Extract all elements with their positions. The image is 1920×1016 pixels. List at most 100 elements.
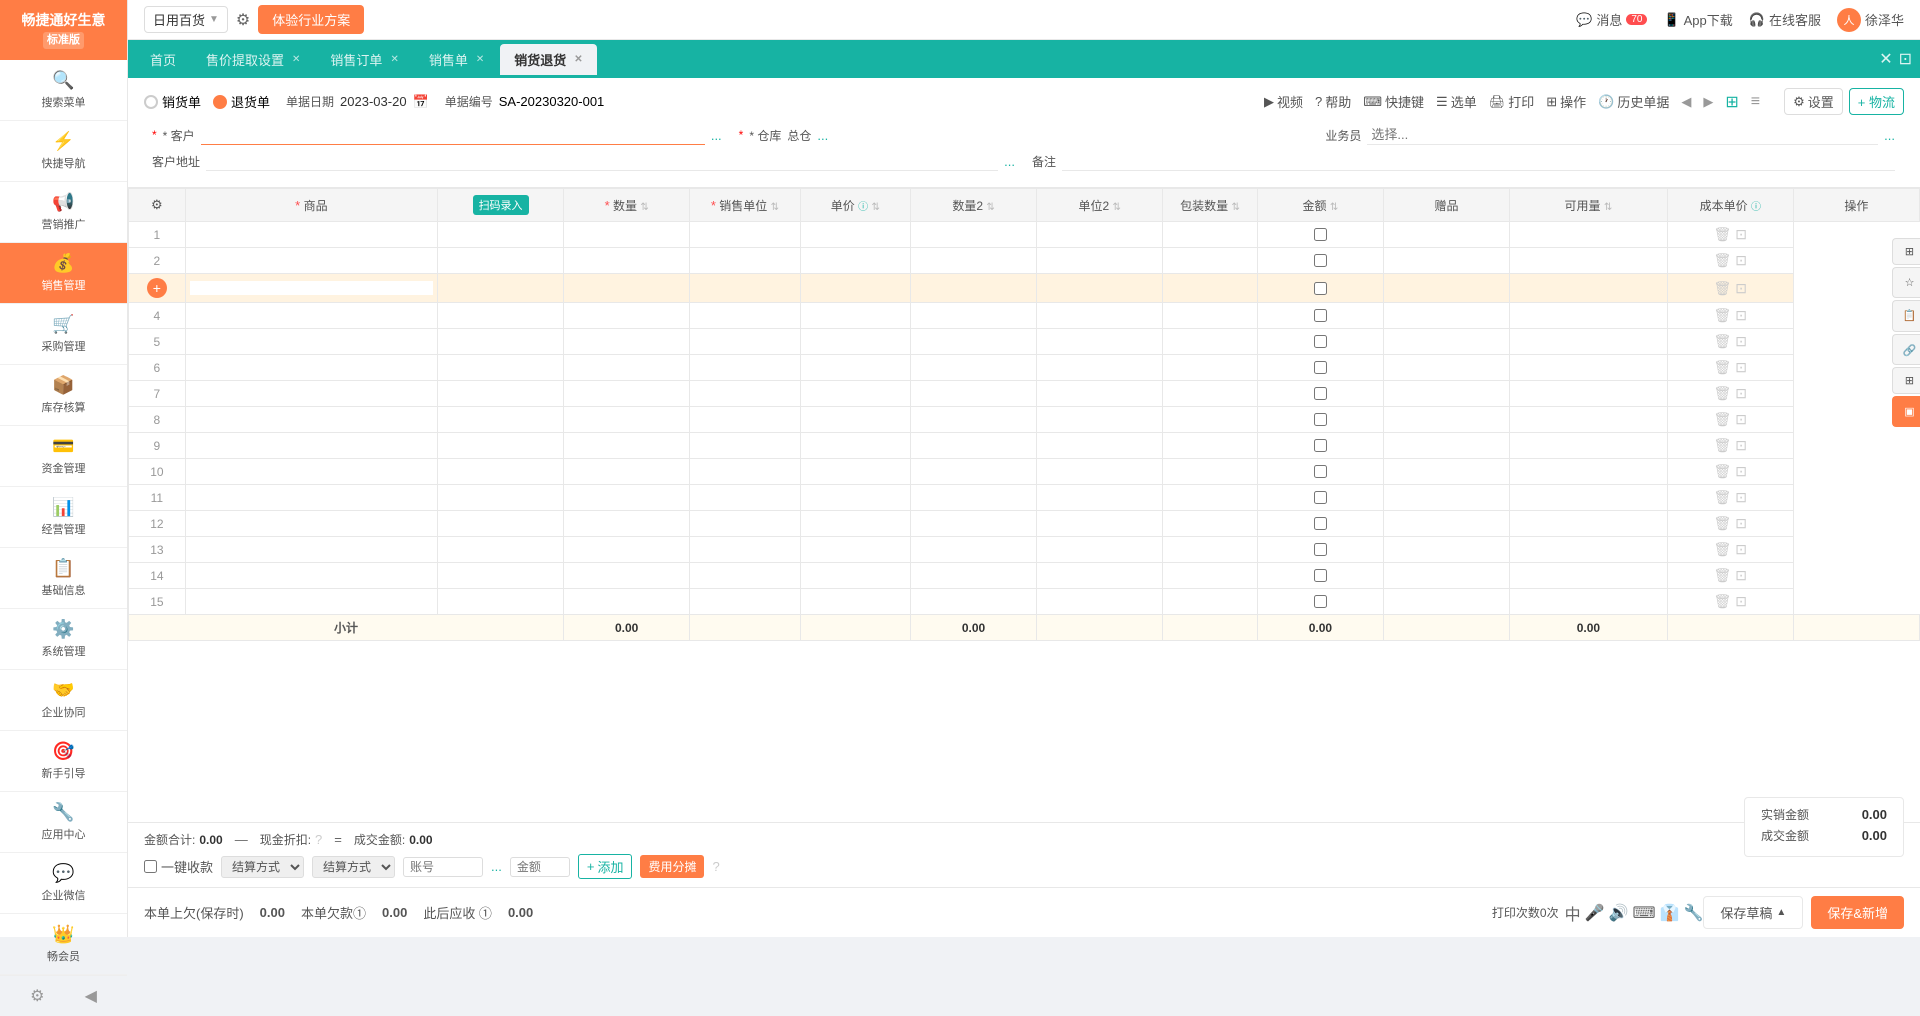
copy-row-icon[interactable]: ⊡	[1735, 280, 1747, 297]
unit2-cell[interactable]	[910, 329, 1036, 355]
qty2-cell[interactable]	[800, 537, 910, 563]
rp-btn-5[interactable]: ⊞	[1892, 367, 1920, 394]
set-button[interactable]: ⚙ 设置	[1784, 88, 1843, 115]
delete-row-icon[interactable]: 🗑	[1714, 515, 1732, 532]
grid-view-icon[interactable]: ⊞	[1725, 92, 1738, 112]
customer-dots[interactable]: ...	[711, 128, 722, 143]
user-item[interactable]: 人 徐泽华	[1837, 8, 1904, 32]
sidebar-item-enterprise[interactable]: 🤝 企业协同	[0, 670, 127, 731]
price-cell[interactable]	[690, 303, 800, 329]
rp-btn-6[interactable]: ▣	[1892, 396, 1920, 427]
qty2-cell[interactable]	[800, 222, 910, 248]
unit-cell[interactable]	[564, 329, 690, 355]
pack-cell[interactable]	[1037, 563, 1163, 589]
product-cell[interactable]	[185, 329, 437, 355]
copy-row-icon[interactable]: ⊡	[1735, 489, 1747, 506]
shortcut-key-btn[interactable]: ⌨ 快捷键	[1363, 92, 1424, 111]
volume-icon[interactable]: 🔊	[1609, 903, 1629, 923]
close-tab-icon[interactable]: ✕	[1879, 49, 1892, 69]
calendar-icon[interactable]: 📅	[413, 94, 429, 110]
unit-cell[interactable]	[564, 303, 690, 329]
gift-checkbox[interactable]	[1314, 439, 1327, 452]
delete-row-icon[interactable]: 🗑	[1714, 252, 1732, 269]
qty-cell[interactable]	[438, 407, 564, 433]
unit2-cell[interactable]	[910, 303, 1036, 329]
qty2-cell[interactable]	[800, 274, 910, 303]
product-input[interactable]	[190, 281, 433, 295]
unit2-cell[interactable]	[910, 537, 1036, 563]
unit2-cell[interactable]	[910, 222, 1036, 248]
pack-cell[interactable]	[1037, 222, 1163, 248]
video-btn[interactable]: ▶ 视频	[1264, 92, 1303, 111]
qty-cell[interactable]	[438, 563, 564, 589]
delete-row-icon[interactable]: 🗑	[1714, 541, 1732, 558]
tab-sales-return[interactable]: 销货退货 ✕	[500, 44, 596, 75]
product-cell[interactable]	[185, 355, 437, 381]
amount-cell[interactable]	[1163, 381, 1258, 407]
sidebar-item-inventory[interactable]: 📦 库存核算	[0, 365, 127, 426]
amount-cell[interactable]	[1163, 303, 1258, 329]
price-cell[interactable]	[690, 274, 800, 303]
qty2-cell[interactable]	[800, 381, 910, 407]
sort-icon-pack[interactable]: ⇅	[1231, 202, 1239, 213]
trial-button[interactable]: 体验行业方案	[258, 5, 364, 34]
th-scan[interactable]: 扫码录入	[438, 189, 564, 222]
pack-cell[interactable]	[1037, 459, 1163, 485]
tab-price-setting[interactable]: 售价提取设置 ✕	[192, 44, 314, 75]
amount-cell[interactable]	[1163, 433, 1258, 459]
price-cell[interactable]	[690, 563, 800, 589]
rp-btn-4[interactable]: 🔗	[1892, 334, 1920, 365]
gift-checkbox[interactable]	[1314, 465, 1327, 478]
topbar-gear-icon[interactable]: ⚙	[236, 10, 250, 30]
price-cell[interactable]	[690, 407, 800, 433]
amount-cell[interactable]	[1163, 329, 1258, 355]
sidebar-item-marketing[interactable]: 📢 营销推广	[0, 182, 127, 243]
amount-cell[interactable]	[1163, 222, 1258, 248]
qty2-cell[interactable]	[800, 589, 910, 615]
amount-cell[interactable]	[1163, 589, 1258, 615]
add-button[interactable]: + 添加	[578, 854, 633, 879]
sort-icon-avail[interactable]: ⇅	[1604, 202, 1612, 213]
unit-cell[interactable]	[564, 381, 690, 407]
unit-cell[interactable]	[564, 563, 690, 589]
address-input[interactable]	[206, 151, 998, 171]
summary-method-select[interactable]: 结算方式	[312, 856, 395, 878]
gift-checkbox[interactable]	[1314, 413, 1327, 426]
amount-cell[interactable]	[1163, 563, 1258, 589]
amount-cell[interactable]	[1163, 407, 1258, 433]
app-download-item[interactable]: 📱 App下载	[1663, 10, 1732, 29]
th-gear[interactable]: ⚙	[129, 189, 186, 222]
product-cell[interactable]	[185, 589, 437, 615]
unit2-cell[interactable]	[910, 355, 1036, 381]
qty2-cell[interactable]	[800, 511, 910, 537]
price-cell[interactable]	[690, 248, 800, 274]
product-cell[interactable]	[185, 303, 437, 329]
product-cell[interactable]	[185, 248, 437, 274]
delete-row-icon[interactable]: 🗑	[1714, 567, 1732, 584]
sort-icon-qty2[interactable]: ⇅	[986, 202, 994, 213]
unit-cell[interactable]	[564, 459, 690, 485]
product-cell[interactable]	[185, 407, 437, 433]
settings-icon[interactable]: ⚙	[30, 986, 44, 1006]
delete-row-icon[interactable]: 🗑	[1714, 333, 1732, 350]
add-logistics-button[interactable]: + 物流	[1849, 88, 1904, 115]
list-view-icon[interactable]: ≡	[1751, 93, 1760, 111]
gift-checkbox[interactable]	[1314, 491, 1327, 504]
rp-btn-1[interactable]: ⊞	[1892, 238, 1920, 265]
sidebar-item-basic[interactable]: 📋 基础信息	[0, 548, 127, 609]
amount-cell[interactable]	[1163, 274, 1258, 303]
copy-row-icon[interactable]: ⊡	[1735, 333, 1747, 350]
one-click-payment-checkbox[interactable]: 一键收款	[144, 857, 213, 876]
pack-cell[interactable]	[1037, 381, 1163, 407]
delete-row-icon[interactable]: 🗑	[1714, 489, 1732, 506]
qty-cell[interactable]	[438, 222, 564, 248]
delete-row-icon[interactable]: 🗑	[1714, 463, 1732, 480]
select-btn[interactable]: ☰ 选单	[1436, 92, 1477, 111]
sidebar-item-guide[interactable]: 🎯 新手引导	[0, 731, 127, 792]
qty-cell[interactable]	[438, 274, 564, 303]
qty-cell[interactable]	[438, 537, 564, 563]
qty2-cell[interactable]	[800, 303, 910, 329]
save-new-button[interactable]: 保存&新增	[1811, 896, 1904, 929]
online-service-item[interactable]: 🎧 在线客服	[1749, 10, 1821, 29]
copy-row-icon[interactable]: ⊡	[1735, 541, 1747, 558]
